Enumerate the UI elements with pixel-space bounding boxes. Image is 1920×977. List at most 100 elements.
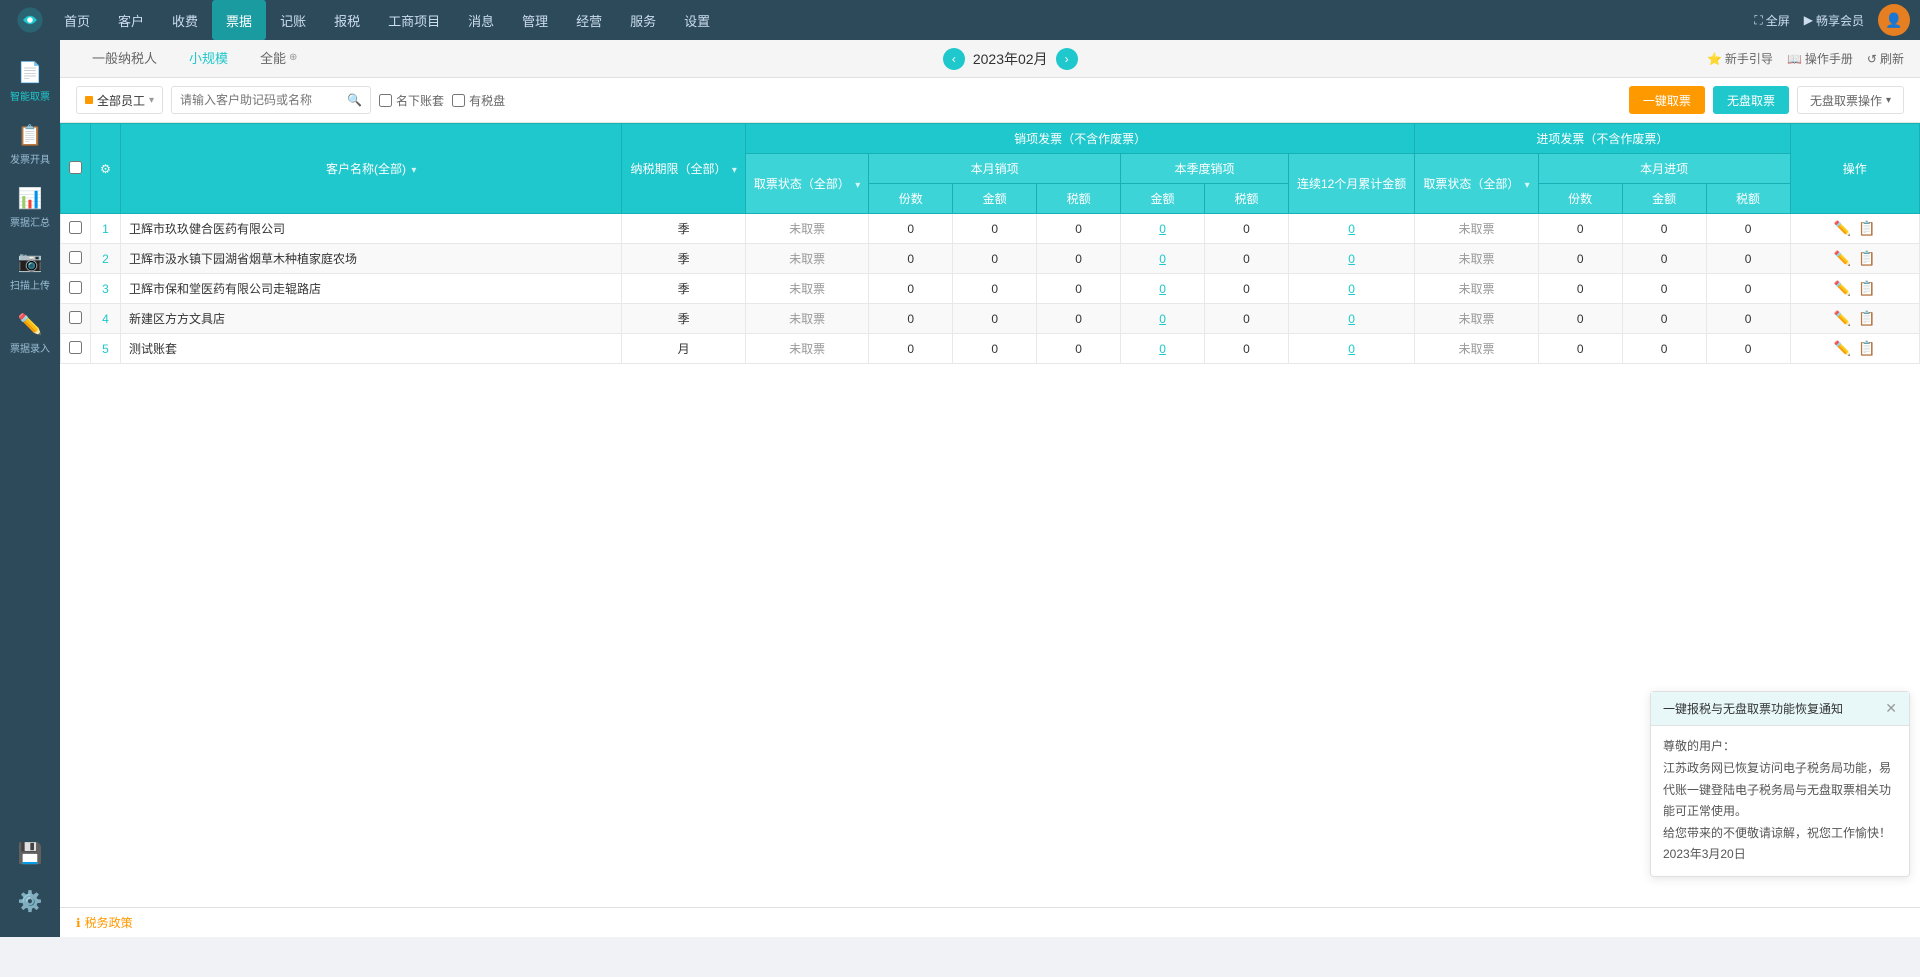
- row-sales-annual[interactable]: 0: [1348, 252, 1355, 266]
- sales-quarterly-header: 本季度销项: [1121, 154, 1289, 184]
- new-guide-link[interactable]: ⭐ 新手引导: [1707, 50, 1773, 67]
- select-all-checkbox[interactable]: [69, 161, 82, 174]
- settings-icon[interactable]: ⚙: [100, 162, 111, 176]
- row-sales-month-count-cell: 0: [869, 244, 953, 274]
- no-disk-get-button[interactable]: 无盘取票: [1713, 86, 1789, 114]
- has-tax-disk-checkbox[interactable]: [452, 94, 465, 107]
- sidebar-item-invoice-summary-label: 票据汇总: [10, 214, 50, 229]
- row-sales-month-tax: 0: [1075, 312, 1082, 326]
- refresh-link[interactable]: ↺ 刷新: [1867, 50, 1904, 67]
- my-accounts-checkbox[interactable]: [379, 94, 392, 107]
- sidebar-item-scan-upload[interactable]: 📷 扫描上传: [0, 239, 60, 302]
- edit-icon[interactable]: ✏️: [1834, 340, 1851, 356]
- row-sales-qtr-amount[interactable]: 0: [1159, 342, 1166, 356]
- customer-filter-icon[interactable]: ▾: [411, 165, 416, 176]
- row-checkbox[interactable]: [69, 311, 82, 324]
- tax-policy-link[interactable]: ℹ 税务政策: [76, 914, 133, 931]
- row-purchase-month-tax-cell: 0: [1706, 244, 1790, 274]
- nav-invoice[interactable]: 票据: [212, 0, 266, 40]
- nav-message[interactable]: 消息: [454, 0, 508, 40]
- row-period-cell: 季: [622, 304, 745, 334]
- no-disk-ops-button[interactable]: 无盘取票操作 ▾: [1797, 86, 1904, 114]
- employee-dot: [85, 96, 93, 104]
- purchase-header-group: 进项发票（不含作废票）: [1415, 124, 1790, 154]
- logo[interactable]: [10, 0, 50, 40]
- row-sales-annual[interactable]: 0: [1348, 222, 1355, 236]
- tab-all[interactable]: 全能 ⊕: [244, 37, 313, 81]
- row-period-value: 季: [678, 252, 690, 266]
- edit-icon[interactable]: ✏️: [1834, 310, 1851, 326]
- row-period-cell: 季: [622, 274, 745, 304]
- row-sales-month-count-cell: 0: [869, 214, 953, 244]
- sidebar-item-help[interactable]: ⚙️: [18, 879, 43, 927]
- detail-icon[interactable]: 📋: [1858, 280, 1875, 296]
- has-tax-disk-checkbox-label[interactable]: 有税盘: [452, 92, 505, 109]
- table-row: 4 新建区方方文具店 季 未取票 0 0 0 0: [61, 304, 1920, 334]
- fullscreen-button[interactable]: ⛶ 全屏: [1754, 12, 1789, 29]
- nav-operation[interactable]: 经营: [562, 0, 616, 40]
- sales-header-group: 销项发票（不含作废票）: [745, 124, 1414, 154]
- search-icon[interactable]: 🔍: [347, 93, 362, 107]
- sidebar-item-invoice-summary[interactable]: 📊 票据汇总: [0, 176, 60, 239]
- sidebar-item-invoice-open[interactable]: 📋 发票开具: [0, 113, 60, 176]
- row-checkbox[interactable]: [69, 341, 82, 354]
- nav-manage[interactable]: 管理: [508, 0, 562, 40]
- row-sales-annual[interactable]: 0: [1348, 312, 1355, 326]
- search-input[interactable]: [180, 93, 347, 107]
- scan-upload-icon: 📷: [18, 249, 43, 274]
- detail-icon[interactable]: 📋: [1858, 250, 1875, 266]
- nav-service[interactable]: 服务: [616, 0, 670, 40]
- period-filter-icon[interactable]: ▾: [732, 165, 737, 176]
- nav-fee[interactable]: 收费: [158, 0, 212, 40]
- row-customer-cell: 卫辉市玖玖健合医药有限公司: [121, 214, 622, 244]
- smart-get-icon: 📄: [18, 60, 43, 85]
- row-checkbox-cell: [61, 304, 91, 334]
- one-key-get-button[interactable]: 一键取票: [1629, 86, 1705, 114]
- sidebar-item-smart-get[interactable]: 📄 智能取票: [0, 50, 60, 113]
- edit-icon[interactable]: ✏️: [1834, 220, 1851, 236]
- prev-period-button[interactable]: ‹: [943, 48, 965, 70]
- my-accounts-label: 名下账套: [396, 92, 444, 109]
- row-sales-qtr-amount[interactable]: 0: [1159, 312, 1166, 326]
- sidebar-item-invoice-entry[interactable]: ✏️ 票据录入: [0, 302, 60, 365]
- notification-close-button[interactable]: ✕: [1885, 700, 1897, 717]
- tab-all-icon: ⊕: [289, 52, 297, 63]
- row-checkbox[interactable]: [69, 221, 82, 234]
- row-sales-qtr-tax-cell: 0: [1205, 274, 1289, 304]
- sidebar-item-download[interactable]: 💾: [18, 831, 43, 879]
- nav-business[interactable]: 工商项目: [374, 0, 454, 40]
- sales-status-filter-icon[interactable]: ▾: [855, 180, 860, 191]
- row-checkbox[interactable]: [69, 251, 82, 264]
- toolbar-right: 一键取票 无盘取票 无盘取票操作 ▾: [1629, 86, 1904, 114]
- nav-home[interactable]: 首页: [50, 0, 104, 40]
- next-period-button[interactable]: ›: [1056, 48, 1078, 70]
- edit-icon[interactable]: ✏️: [1834, 280, 1851, 296]
- vip-button[interactable]: ▶ 畅享会员: [1804, 12, 1864, 29]
- edit-icon[interactable]: ✏️: [1834, 250, 1851, 266]
- purchase-status-filter-icon[interactable]: ▾: [1525, 180, 1530, 191]
- detail-icon[interactable]: 📋: [1858, 340, 1875, 356]
- nav-tax[interactable]: 报税: [320, 0, 374, 40]
- tab-small-scale[interactable]: 小规模: [173, 37, 244, 81]
- row-purchase-month-tax-cell: 0: [1706, 274, 1790, 304]
- row-num-cell: 3: [91, 274, 121, 304]
- row-sales-qtr-amount[interactable]: 0: [1159, 282, 1166, 296]
- row-sales-annual[interactable]: 0: [1348, 342, 1355, 356]
- row-sales-qtr-amount[interactable]: 0: [1159, 222, 1166, 236]
- nav-client[interactable]: 客户: [104, 0, 158, 40]
- row-period-cell: 季: [622, 214, 745, 244]
- my-accounts-checkbox-label[interactable]: 名下账套: [379, 92, 444, 109]
- detail-icon[interactable]: 📋: [1858, 310, 1875, 326]
- row-sales-annual[interactable]: 0: [1348, 282, 1355, 296]
- row-sales-month-tax: 0: [1075, 252, 1082, 266]
- nav-bookkeeping[interactable]: 记账: [266, 0, 320, 40]
- manual-link[interactable]: 📖 操作手册: [1787, 50, 1853, 67]
- nav-settings[interactable]: 设置: [670, 0, 724, 40]
- row-sales-qtr-amount-cell: 0: [1121, 274, 1205, 304]
- row-sales-qtr-amount[interactable]: 0: [1159, 252, 1166, 266]
- detail-icon[interactable]: 📋: [1858, 220, 1875, 236]
- tab-general-taxpayer[interactable]: 一般纳税人: [76, 37, 173, 81]
- employee-select[interactable]: 全部员工 ▾: [76, 86, 163, 114]
- row-checkbox[interactable]: [69, 281, 82, 294]
- avatar[interactable]: 👤: [1878, 4, 1910, 36]
